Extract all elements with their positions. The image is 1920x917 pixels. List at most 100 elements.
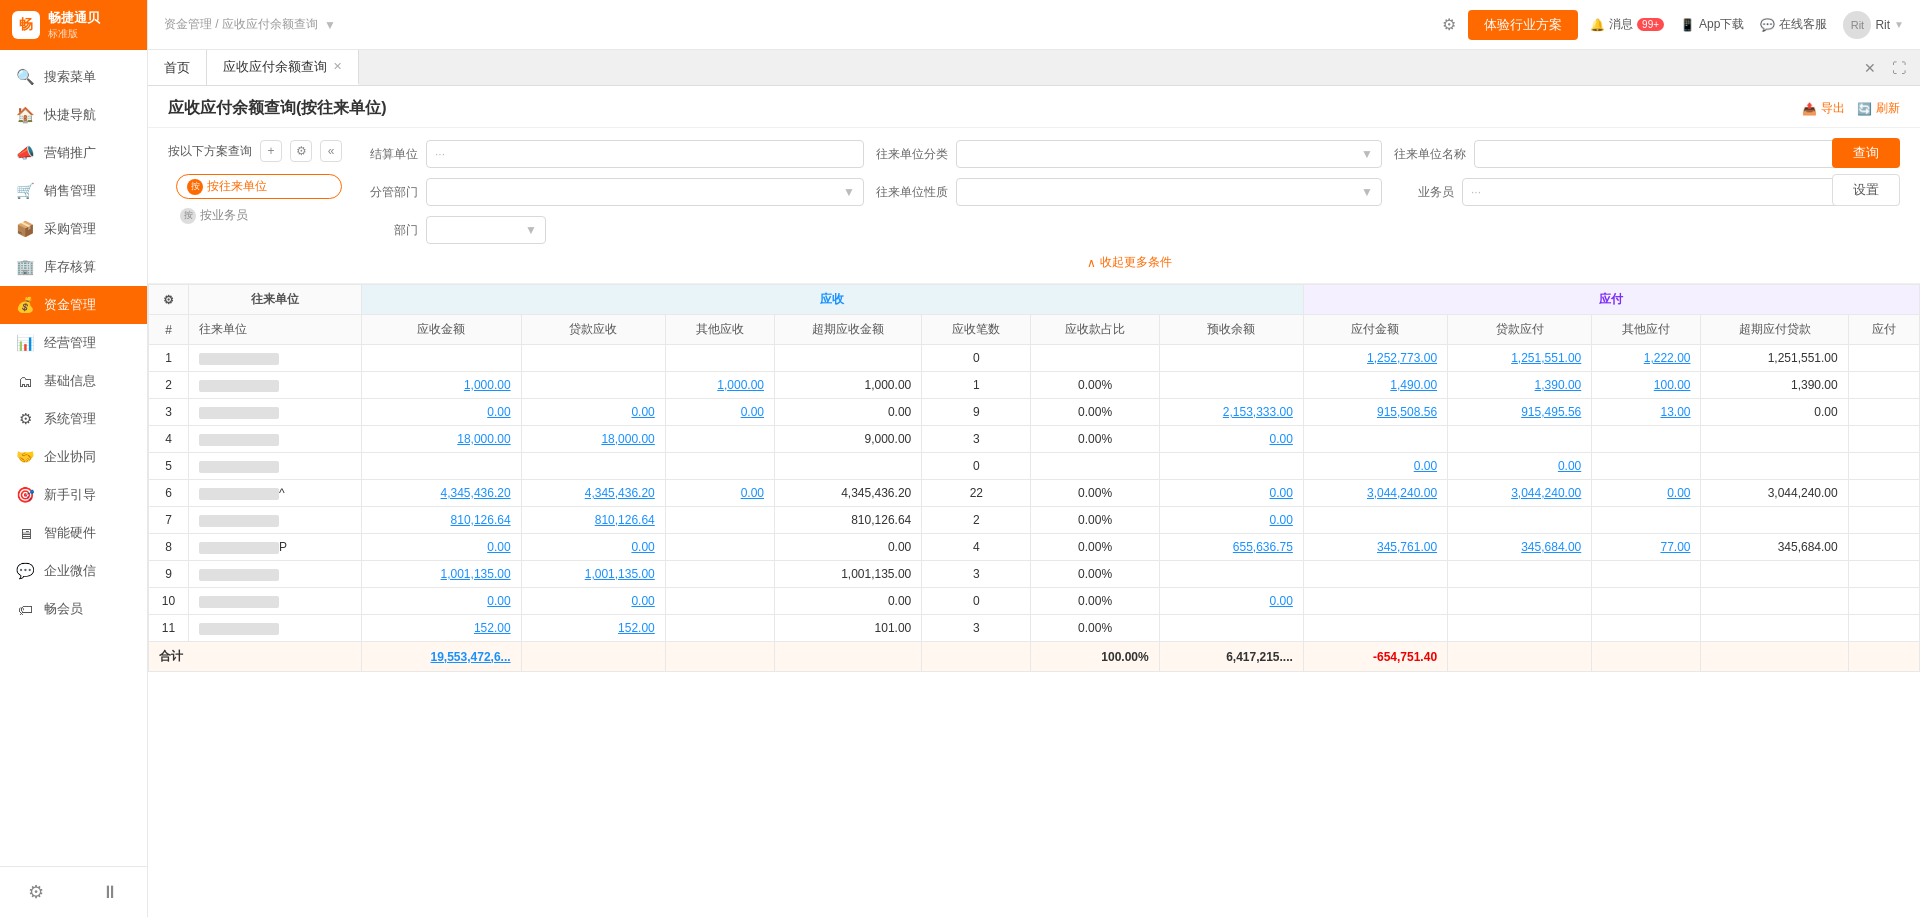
promo-button[interactable]: 体验行业方案 [1468,10,1578,40]
table-cell[interactable]: 0.00 [1303,453,1447,480]
total-ar-overdue [775,642,922,672]
topbar-settings-icon[interactable]: ⚙ [1442,15,1456,34]
partner-category-input[interactable]: ▼ [956,140,1382,168]
table-cell: 1,001,135.00 [775,561,922,588]
online-service-btn[interactable]: 💬 在线客服 [1760,16,1827,33]
table-cell[interactable]: 1,001,135.00 [361,561,521,588]
table-cell[interactable]: 915,495.56 [1448,399,1592,426]
dept-manager-arrow: ▼ [843,185,855,199]
sidebar-item-finance[interactable]: 💰 资金管理 [0,286,147,324]
table-cell[interactable]: 0.00 [1592,480,1701,507]
scheme-by-salesperson[interactable]: 按 按业务员 [176,207,342,224]
table-cell[interactable]: 0.00 [521,399,665,426]
sidebar-item-corp-collab[interactable]: 🤝 企业协同 [0,438,147,476]
table-settings-icon[interactable]: ⚙ [163,293,174,307]
sidebar-item-member[interactable]: 🏷 畅会员 [0,590,147,628]
table-cell: 3 [922,615,1031,642]
table-cell[interactable]: 1,490.00 [1303,372,1447,399]
notifications-btn[interactable]: 🔔 消息 99+ [1590,16,1664,33]
table-cell[interactable]: 0.00 [521,588,665,615]
sidebar-item-sales[interactable]: 🛒 销售管理 [0,172,147,210]
sidebar-item-basic-info[interactable]: 🗂 基础信息 [0,362,147,400]
table-cell[interactable]: 0.00 [361,399,521,426]
table-cell[interactable]: 345,684.00 [1448,534,1592,561]
query-button[interactable]: 查询 [1832,138,1900,168]
table-cell[interactable]: 18,000.00 [361,426,521,453]
table-cell[interactable]: 915,508.56 [1303,399,1447,426]
table-cell[interactable]: 152.00 [361,615,521,642]
collapse-scheme-btn[interactable]: « [320,140,342,162]
dept-input[interactable]: ▼ [426,216,546,244]
sidebar-item-operations[interactable]: 📊 经营管理 [0,324,147,362]
app-download-btn[interactable]: 📱 App下载 [1680,16,1744,33]
sidebar-item-quick-nav[interactable]: 🏠 快捷导航 [0,96,147,134]
table-cell[interactable]: 0.00 [1159,507,1303,534]
table-cell[interactable]: 1,222.00 [1592,345,1701,372]
table-cell[interactable]: 4,345,436.20 [361,480,521,507]
table-cell [665,345,774,372]
table-cell [1592,426,1701,453]
user-menu[interactable]: Rit Rit ▼ [1843,11,1904,39]
add-scheme-btn[interactable]: + [260,140,282,162]
scheme-by-partner[interactable]: 按 按往来单位 [176,174,342,199]
refresh-button[interactable]: 🔄 刷新 [1857,100,1900,117]
th-ar-overdue: 超期应收金额 [775,315,922,345]
sidebar-item-system[interactable]: ⚙ 系统管理 [0,400,147,438]
table-cell[interactable]: 0.00 [1159,426,1303,453]
table-cell[interactable]: 810,126.64 [521,507,665,534]
table-cell[interactable]: 3,044,240.00 [1448,480,1592,507]
user-dropdown-icon: ▼ [1894,19,1904,30]
table-cell[interactable]: 345,761.00 [1303,534,1447,561]
settings-button[interactable]: 设置 [1832,174,1900,206]
dept-manager-input[interactable]: ▼ [426,178,864,206]
table-cell[interactable]: 100.00 [1592,372,1701,399]
table-cell[interactable]: 0.00 [361,588,521,615]
collapse-btn[interactable]: ∧ 收起更多条件 [358,254,1900,271]
table-cell[interactable]: 0.00 [361,534,521,561]
sidebar-item-purchase[interactable]: 📦 采购管理 [0,210,147,248]
table-cell[interactable]: 0.00 [1448,453,1592,480]
tab-ar-ap-query[interactable]: 应收应付余额查询 ✕ [207,50,359,85]
table-cell: 0.00 [1701,399,1848,426]
partner-nature-input[interactable]: ▼ [956,178,1382,206]
table-cell[interactable]: 810,126.64 [361,507,521,534]
table-cell[interactable]: 152.00 [521,615,665,642]
sidebar-item-inventory[interactable]: 🏢 库存核算 [0,248,147,286]
table-cell[interactable]: 2,153,333.00 [1159,399,1303,426]
sidebar-item-label: 搜索菜单 [44,68,96,86]
sidebar-item-smart-hw[interactable]: 🖥 智能硬件 [0,514,147,552]
th-partner-label: 往来单位 [251,292,299,306]
table-cell[interactable]: 77.00 [1592,534,1701,561]
table-cell[interactable]: 1,252,773.00 [1303,345,1447,372]
sidebar-collapse-btn[interactable]: ⏸ [93,878,127,907]
table-cell[interactable]: 0.00 [1159,480,1303,507]
sidebar-item-guide[interactable]: 🎯 新手引导 [0,476,147,514]
settings-scheme-btn[interactable]: ⚙ [290,140,312,162]
settlement-unit-input[interactable]: ··· [426,140,864,168]
table-cell[interactable]: 4,345,436.20 [521,480,665,507]
table-cell[interactable]: 3,044,240.00 [1303,480,1447,507]
table-cell[interactable]: 1,390.00 [1448,372,1592,399]
window-close-btn[interactable]: ✕ [1858,58,1882,78]
table-cell[interactable]: 13.00 [1592,399,1701,426]
sidebar-item-search-menu[interactable]: 🔍 搜索菜单 [0,58,147,96]
tab-close-icon[interactable]: ✕ [333,60,342,73]
table-cell[interactable]: 0.00 [665,399,774,426]
table-cell[interactable]: 0.00 [1159,588,1303,615]
table-cell[interactable]: 1,000.00 [665,372,774,399]
window-fullscreen-btn[interactable]: ⛶ [1886,58,1912,78]
export-button[interactable]: 📤 导出 [1802,100,1845,117]
sidebar-item-marketing[interactable]: 📣 营销推广 [0,134,147,172]
table-cell[interactable]: 0.00 [521,534,665,561]
table-cell[interactable]: 0.00 [665,480,774,507]
table-cell[interactable]: 1,000.00 [361,372,521,399]
table-cell[interactable]: 655,636.75 [1159,534,1303,561]
sidebar-settings-btn[interactable]: ⚙ [20,877,52,907]
table-cell[interactable]: 18,000.00 [521,426,665,453]
tab-home[interactable]: 首页 [148,50,207,85]
sidebar-item-wechat[interactable]: 💬 企业微信 [0,552,147,590]
table-cell [1848,507,1919,534]
breadcrumb-dropdown-icon[interactable]: ▼ [324,18,336,32]
table-cell[interactable]: 1,251,551.00 [1448,345,1592,372]
table-cell[interactable]: 1,001,135.00 [521,561,665,588]
